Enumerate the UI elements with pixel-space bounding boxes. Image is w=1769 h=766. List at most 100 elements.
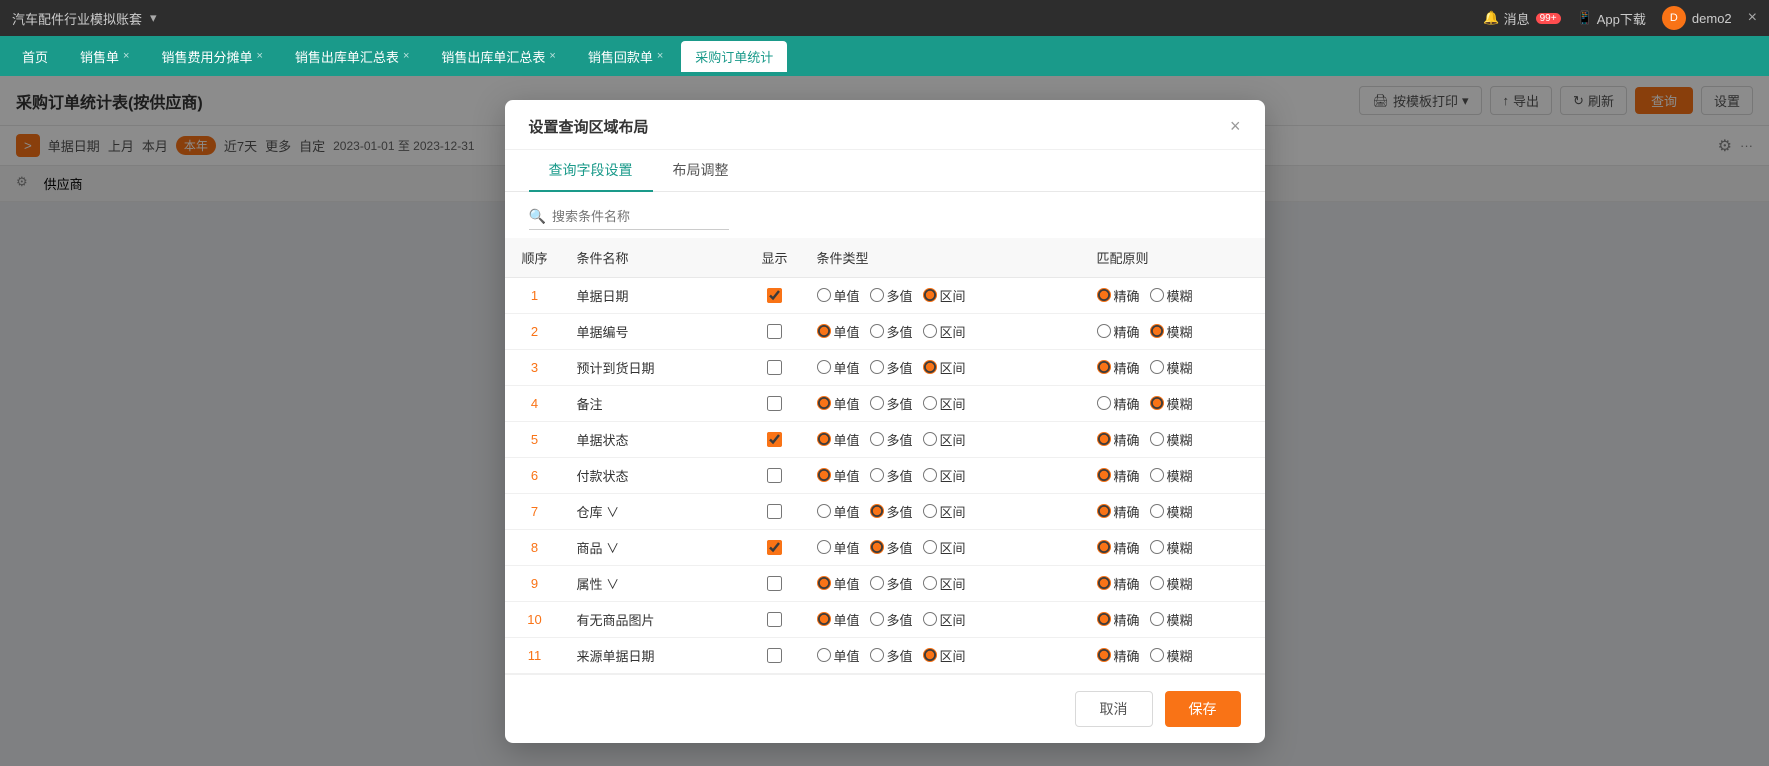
user-area[interactable]: D demo2 <box>1662 6 1732 30</box>
row-display-checkbox[interactable] <box>745 313 805 349</box>
match-radio-fuzzy[interactable]: 模糊 <box>1150 502 1193 521</box>
display-checkbox[interactable] <box>767 360 782 375</box>
match-radio-fuzzy[interactable]: 模糊 <box>1150 322 1193 341</box>
cancel-btn[interactable]: 取消 <box>1075 691 1153 727</box>
modal-close-btn[interactable]: × <box>1230 117 1241 135</box>
type-radio-multi[interactable]: 多值 <box>870 574 913 593</box>
type-radio-range[interactable]: 区间 <box>923 574 966 593</box>
row-display-checkbox[interactable] <box>745 349 805 385</box>
display-checkbox[interactable] <box>767 648 782 663</box>
match-radio-exact[interactable]: 精确 <box>1097 502 1140 521</box>
match-radio-fuzzy[interactable]: 模糊 <box>1150 394 1193 413</box>
match-radio-fuzzy[interactable]: 模糊 <box>1150 646 1193 665</box>
match-radio-exact[interactable]: 精确 <box>1097 574 1140 593</box>
type-radio-range[interactable]: 区间 <box>923 358 966 377</box>
match-radio-fuzzy[interactable]: 模糊 <box>1150 466 1193 485</box>
download-btn[interactable]: 📱 App下载 <box>1577 9 1646 28</box>
match-radio-fuzzy[interactable]: 模糊 <box>1150 286 1193 305</box>
row-display-checkbox[interactable] <box>745 601 805 637</box>
type-radio-multi[interactable]: 多值 <box>870 286 913 305</box>
search-input[interactable] <box>552 209 712 224</box>
type-radio-range[interactable]: 区间 <box>923 502 966 521</box>
type-radio-single[interactable]: 单值 <box>817 610 860 629</box>
match-radio-exact[interactable]: 精确 <box>1097 286 1140 305</box>
close-tab-outbound1[interactable]: × <box>403 50 409 62</box>
nav-tab-sales[interactable]: 销售单 × <box>66 41 143 72</box>
type-radio-multi[interactable]: 多值 <box>870 538 913 557</box>
match-radio-fuzzy[interactable]: 模糊 <box>1150 610 1193 629</box>
match-radio-exact[interactable]: 精确 <box>1097 646 1140 665</box>
type-radio-range[interactable]: 区间 <box>923 610 966 629</box>
type-radio-multi[interactable]: 多值 <box>870 610 913 629</box>
close-tab-outbound2[interactable]: × <box>549 50 555 62</box>
display-checkbox[interactable] <box>767 432 782 447</box>
type-radio-multi[interactable]: 多值 <box>870 322 913 341</box>
type-radio-range[interactable]: 区间 <box>923 286 966 305</box>
match-radio-exact[interactable]: 精确 <box>1097 322 1140 341</box>
type-radio-single[interactable]: 单值 <box>817 394 860 413</box>
match-radio-fuzzy[interactable]: 模糊 <box>1150 358 1193 377</box>
type-radio-multi[interactable]: 多值 <box>870 394 913 413</box>
row-display-checkbox[interactable] <box>745 277 805 313</box>
type-radio-multi[interactable]: 多值 <box>870 466 913 485</box>
type-radio-multi[interactable]: 多值 <box>870 430 913 449</box>
row-display-checkbox[interactable] <box>745 637 805 673</box>
type-radio-single[interactable]: 单值 <box>817 574 860 593</box>
close-tab-payment[interactable]: × <box>657 50 663 62</box>
match-radio-fuzzy[interactable]: 模糊 <box>1150 430 1193 449</box>
type-radio-single[interactable]: 单值 <box>817 538 860 557</box>
display-checkbox[interactable] <box>767 288 782 303</box>
type-radio-range[interactable]: 区间 <box>923 394 966 413</box>
match-radio-fuzzy[interactable]: 模糊 <box>1150 574 1193 593</box>
type-radio-range[interactable]: 区间 <box>923 646 966 665</box>
display-checkbox[interactable] <box>767 612 782 627</box>
nav-tab-purchase[interactable]: 采购订单统计 <box>681 41 787 72</box>
match-radio-fuzzy[interactable]: 模糊 <box>1150 538 1193 557</box>
type-radio-single[interactable]: 单值 <box>817 646 860 665</box>
save-btn[interactable]: 保存 <box>1165 691 1241 727</box>
type-radio-multi[interactable]: 多值 <box>870 502 913 521</box>
display-checkbox[interactable] <box>767 468 782 483</box>
row-display-checkbox[interactable] <box>745 457 805 493</box>
display-checkbox[interactable] <box>767 576 782 591</box>
type-radio-single[interactable]: 单值 <box>817 358 860 377</box>
close-tab-expense[interactable]: × <box>256 50 262 62</box>
row-display-checkbox[interactable] <box>745 529 805 565</box>
type-radio-single[interactable]: 单值 <box>817 430 860 449</box>
row-display-checkbox[interactable] <box>745 421 805 457</box>
match-radio-exact[interactable]: 精确 <box>1097 466 1140 485</box>
match-radio-exact[interactable]: 精确 <box>1097 430 1140 449</box>
nav-tab-payment[interactable]: 销售回款单 × <box>574 41 677 72</box>
type-radio-multi[interactable]: 多值 <box>870 646 913 665</box>
match-radio-exact[interactable]: 精确 <box>1097 538 1140 557</box>
type-radio-range[interactable]: 区间 <box>923 430 966 449</box>
display-checkbox[interactable] <box>767 540 782 555</box>
match-radio-exact[interactable]: 精确 <box>1097 358 1140 377</box>
display-checkbox[interactable] <box>767 324 782 339</box>
display-checkbox[interactable] <box>767 504 782 519</box>
nav-tab-expense[interactable]: 销售费用分摊单 × <box>147 41 276 72</box>
display-checkbox[interactable] <box>767 396 782 411</box>
type-radio-range[interactable]: 区间 <box>923 322 966 341</box>
tab-query-fields[interactable]: 查询字段设置 <box>529 150 653 192</box>
match-radio-exact[interactable]: 精确 <box>1097 610 1140 629</box>
top-close-btn[interactable]: × <box>1748 9 1757 27</box>
type-radio-single[interactable]: 单值 <box>817 502 860 521</box>
type-radio-range[interactable]: 区间 <box>923 466 966 485</box>
tab-layout-adjust[interactable]: 布局调整 <box>653 150 749 192</box>
nav-home[interactable]: 首页 <box>8 41 62 72</box>
type-radio-multi[interactable]: 多值 <box>870 358 913 377</box>
type-radio-single[interactable]: 单值 <box>817 286 860 305</box>
row-display-checkbox[interactable] <box>745 565 805 601</box>
close-tab-sales[interactable]: × <box>123 50 129 62</box>
row-display-checkbox[interactable] <box>745 493 805 529</box>
nav-tab-outbound2[interactable]: 销售出库单汇总表 × <box>427 41 569 72</box>
type-radio-single[interactable]: 单值 <box>817 322 860 341</box>
row-display-checkbox[interactable] <box>745 385 805 421</box>
table-row: 3预计到货日期单值多值区间精确模糊 <box>505 349 1265 385</box>
match-radio-exact[interactable]: 精确 <box>1097 394 1140 413</box>
type-radio-range[interactable]: 区间 <box>923 538 966 557</box>
nav-tab-outbound1[interactable]: 销售出库单汇总表 × <box>281 41 423 72</box>
message-btn[interactable]: 🔔 消息 99+ <box>1483 9 1560 28</box>
type-radio-single[interactable]: 单值 <box>817 466 860 485</box>
